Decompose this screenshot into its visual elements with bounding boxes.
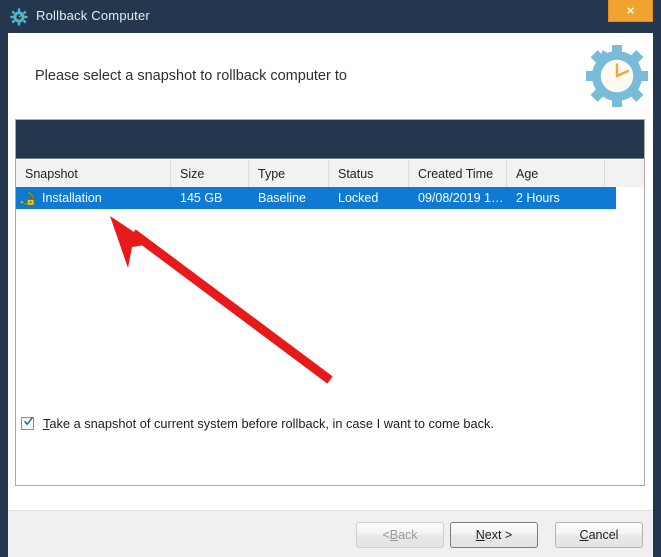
column-header-status[interactable]: Status bbox=[329, 160, 409, 187]
check-icon bbox=[24, 417, 33, 425]
column-header-type[interactable]: Type bbox=[249, 160, 329, 187]
back-accelerator: B bbox=[389, 528, 399, 542]
header-area: Please select a snapshot to rollback com… bbox=[8, 33, 653, 119]
column-header-age[interactable]: Age bbox=[507, 160, 605, 187]
gear-icon bbox=[10, 8, 28, 26]
title-bar: Rollback Computer × bbox=[0, 0, 661, 33]
snapshot-locked-icon bbox=[19, 190, 36, 207]
cell-age: 2 Hours bbox=[516, 191, 560, 205]
list-rows: Installation 145 GB Baseline Locked 09/0… bbox=[16, 187, 644, 209]
cell-type: Baseline bbox=[258, 191, 306, 205]
back-prefix: < bbox=[382, 528, 390, 542]
label-rest: ake a snapshot of current system before … bbox=[49, 416, 494, 431]
take-snapshot-checkbox-row[interactable]: Take a snapshot of current system before… bbox=[21, 416, 494, 431]
back-suffix: ack bbox=[398, 528, 418, 542]
back-button[interactable]: < Back bbox=[356, 522, 444, 548]
cell-size: 145 GB bbox=[180, 191, 223, 205]
close-button[interactable]: × bbox=[608, 0, 653, 22]
list-column-headers: Snapshot Size Type Status Created Time A… bbox=[16, 160, 644, 187]
cell-status: Locked bbox=[338, 191, 379, 205]
next-accelerator: N bbox=[475, 528, 485, 542]
column-header-size[interactable]: Size bbox=[171, 160, 249, 187]
next-button[interactable]: Next > bbox=[450, 522, 538, 548]
instruction-text: Please select a snapshot to rollback com… bbox=[35, 68, 347, 84]
column-header-created-time[interactable]: Created Time bbox=[409, 160, 507, 187]
cancel-accelerator: C bbox=[579, 528, 589, 542]
window-title: Rollback Computer bbox=[36, 8, 150, 23]
list-toolbar bbox=[16, 120, 644, 159]
close-icon: × bbox=[626, 3, 635, 18]
table-row[interactable]: Installation 145 GB Baseline Locked 09/0… bbox=[16, 187, 644, 209]
column-header-snapshot[interactable]: Snapshot bbox=[16, 160, 171, 187]
take-snapshot-label: Take a snapshot of current system before… bbox=[43, 416, 494, 431]
cancel-button[interactable]: Cancel bbox=[555, 522, 643, 548]
column-header-blank[interactable] bbox=[605, 160, 644, 187]
cell-snapshot: Installation bbox=[42, 191, 102, 205]
cancel-suffix: ancel bbox=[588, 528, 619, 542]
cell-created-time: 09/08/2019 1… bbox=[418, 191, 504, 205]
rollback-computer-window: Rollback Computer × Please select a snap… bbox=[0, 0, 661, 557]
footer-bar: < Back Next > Cancel bbox=[8, 510, 653, 557]
dialog-client-area: Please select a snapshot to rollback com… bbox=[8, 33, 653, 549]
gear-clock-icon bbox=[583, 42, 651, 110]
take-snapshot-checkbox[interactable] bbox=[21, 417, 34, 430]
next-suffix: ext > bbox=[484, 528, 513, 542]
